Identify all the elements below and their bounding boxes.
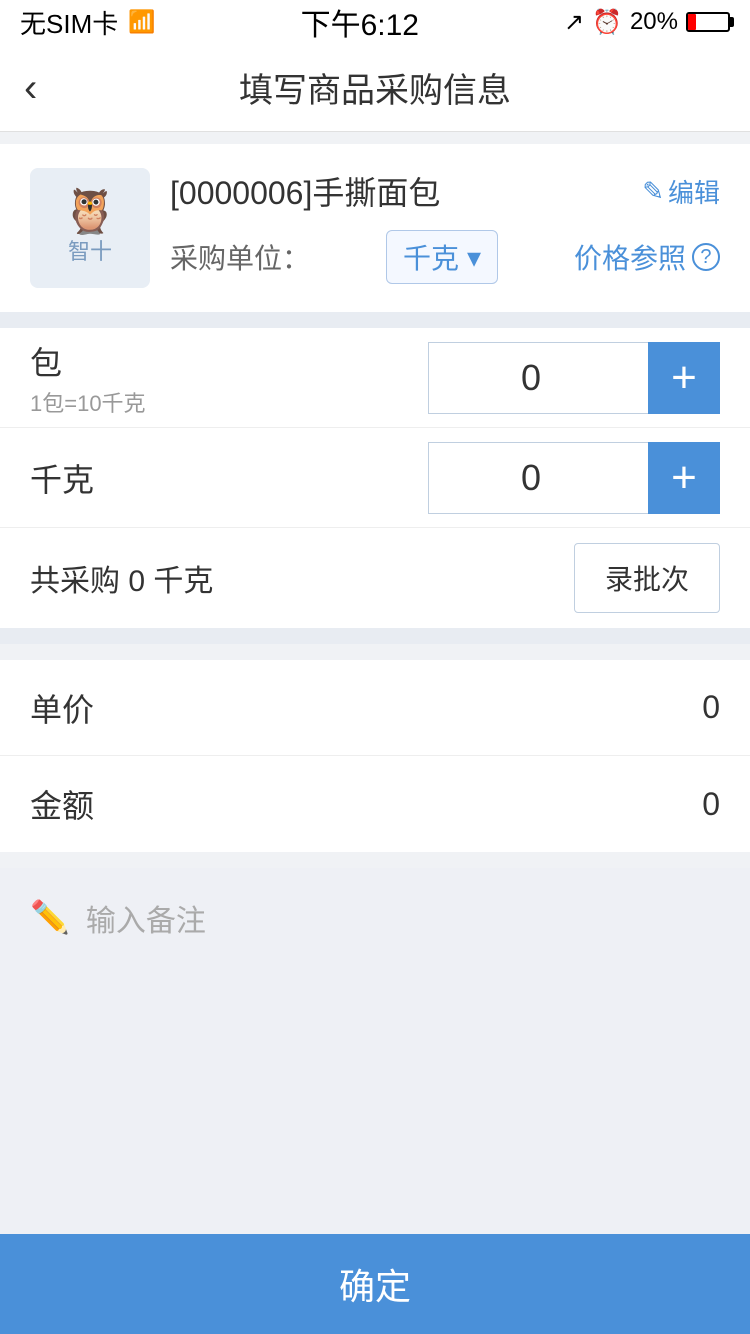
unit-price-row: 单价 0: [0, 660, 750, 756]
nav-bar: ‹ 填写商品采购信息: [0, 44, 750, 132]
alarm-icon: ⏰: [592, 8, 622, 37]
divider-2: [0, 628, 750, 644]
total-label: 共采购 0 千克: [30, 556, 213, 600]
pencil-icon: ✏️: [30, 898, 70, 936]
remark-placeholder[interactable]: 输入备注: [86, 896, 206, 940]
status-right: ↗ ⏰ 20%: [564, 8, 730, 37]
location-icon: ↗: [564, 8, 584, 37]
unit-price-value: 0: [702, 689, 720, 726]
back-button[interactable]: ‹: [24, 68, 37, 108]
product-name: [0000006]手撕面包: [170, 168, 440, 214]
bao-input[interactable]: [428, 342, 648, 414]
bao-input-row: 包 1包=10千克 +: [0, 328, 750, 428]
chevron-down-icon: ▾: [467, 241, 481, 274]
confirm-button[interactable]: 确定: [0, 1234, 750, 1334]
unit-select[interactable]: 千克 ▾: [386, 230, 498, 284]
page-title: 填写商品采购信息: [239, 63, 511, 112]
edit-button[interactable]: ✎ 编辑: [642, 173, 720, 210]
price-ref-button[interactable]: 价格参照 ?: [574, 237, 720, 277]
product-logo-text: 智十: [68, 234, 112, 266]
qianke-input[interactable]: [428, 442, 648, 514]
edit-label: 编辑: [668, 173, 720, 210]
bao-plus-button[interactable]: +: [648, 342, 720, 414]
status-bar: 无SIM卡 📶 下午6:12 ↗ ⏰ 20%: [0, 0, 750, 44]
bao-label-block: 包 1包=10千克: [30, 338, 150, 418]
qianke-controls: +: [428, 442, 720, 514]
product-name-row: [0000006]手撕面包 ✎ 编辑: [170, 168, 720, 214]
bao-label: 包: [30, 338, 150, 384]
amount-value: 0: [702, 786, 720, 823]
unit-price-label: 单价: [30, 685, 94, 731]
wifi-icon: 📶: [128, 9, 155, 35]
total-row: 共采购 0 千克 录批次: [0, 528, 750, 628]
qianke-input-row: 千克 +: [0, 428, 750, 528]
divider-1: [0, 312, 750, 328]
product-info: [0000006]手撕面包 ✎ 编辑 采购单位： 千克 ▾ 价格参照 ?: [170, 168, 720, 284]
unit-row: 采购单位： 千克 ▾ 价格参照 ?: [170, 230, 720, 284]
unit-value: 千克: [403, 237, 459, 277]
input-section: 包 1包=10千克 + 千克 +: [0, 328, 750, 528]
status-left: 无SIM卡 📶: [20, 4, 156, 41]
qianke-label: 千克: [30, 455, 150, 501]
edit-icon: ✎: [642, 176, 664, 207]
bao-sublabel: 1包=10千克: [30, 386, 150, 418]
batch-button[interactable]: 录批次: [574, 543, 720, 613]
product-card: 🦉 智十 [0000006]手撕面包 ✎ 编辑 采购单位： 千克 ▾ 价格参照 …: [0, 144, 750, 312]
amount-label: 金额: [30, 781, 94, 827]
product-image: 🦉 智十: [30, 168, 150, 288]
price-section: 单价 0 金额 0: [0, 660, 750, 852]
unit-label: 采购单位：: [170, 237, 310, 277]
amount-row: 金额 0: [0, 756, 750, 852]
qianke-plus-button[interactable]: +: [648, 442, 720, 514]
bao-controls: +: [428, 342, 720, 414]
price-ref-label: 价格参照: [574, 237, 686, 277]
info-icon: ?: [692, 243, 720, 271]
qianke-label-block: 千克: [30, 455, 150, 501]
status-time: 下午6:12: [301, 0, 419, 44]
battery-percent: 20%: [630, 8, 678, 36]
carrier-label: 无SIM卡: [20, 4, 118, 41]
remark-section: ✏️ 输入备注: [0, 868, 750, 1268]
product-logo-icon: 🦉: [63, 190, 118, 234]
confirm-label: 确定: [339, 1258, 411, 1310]
battery-icon: [686, 12, 730, 32]
